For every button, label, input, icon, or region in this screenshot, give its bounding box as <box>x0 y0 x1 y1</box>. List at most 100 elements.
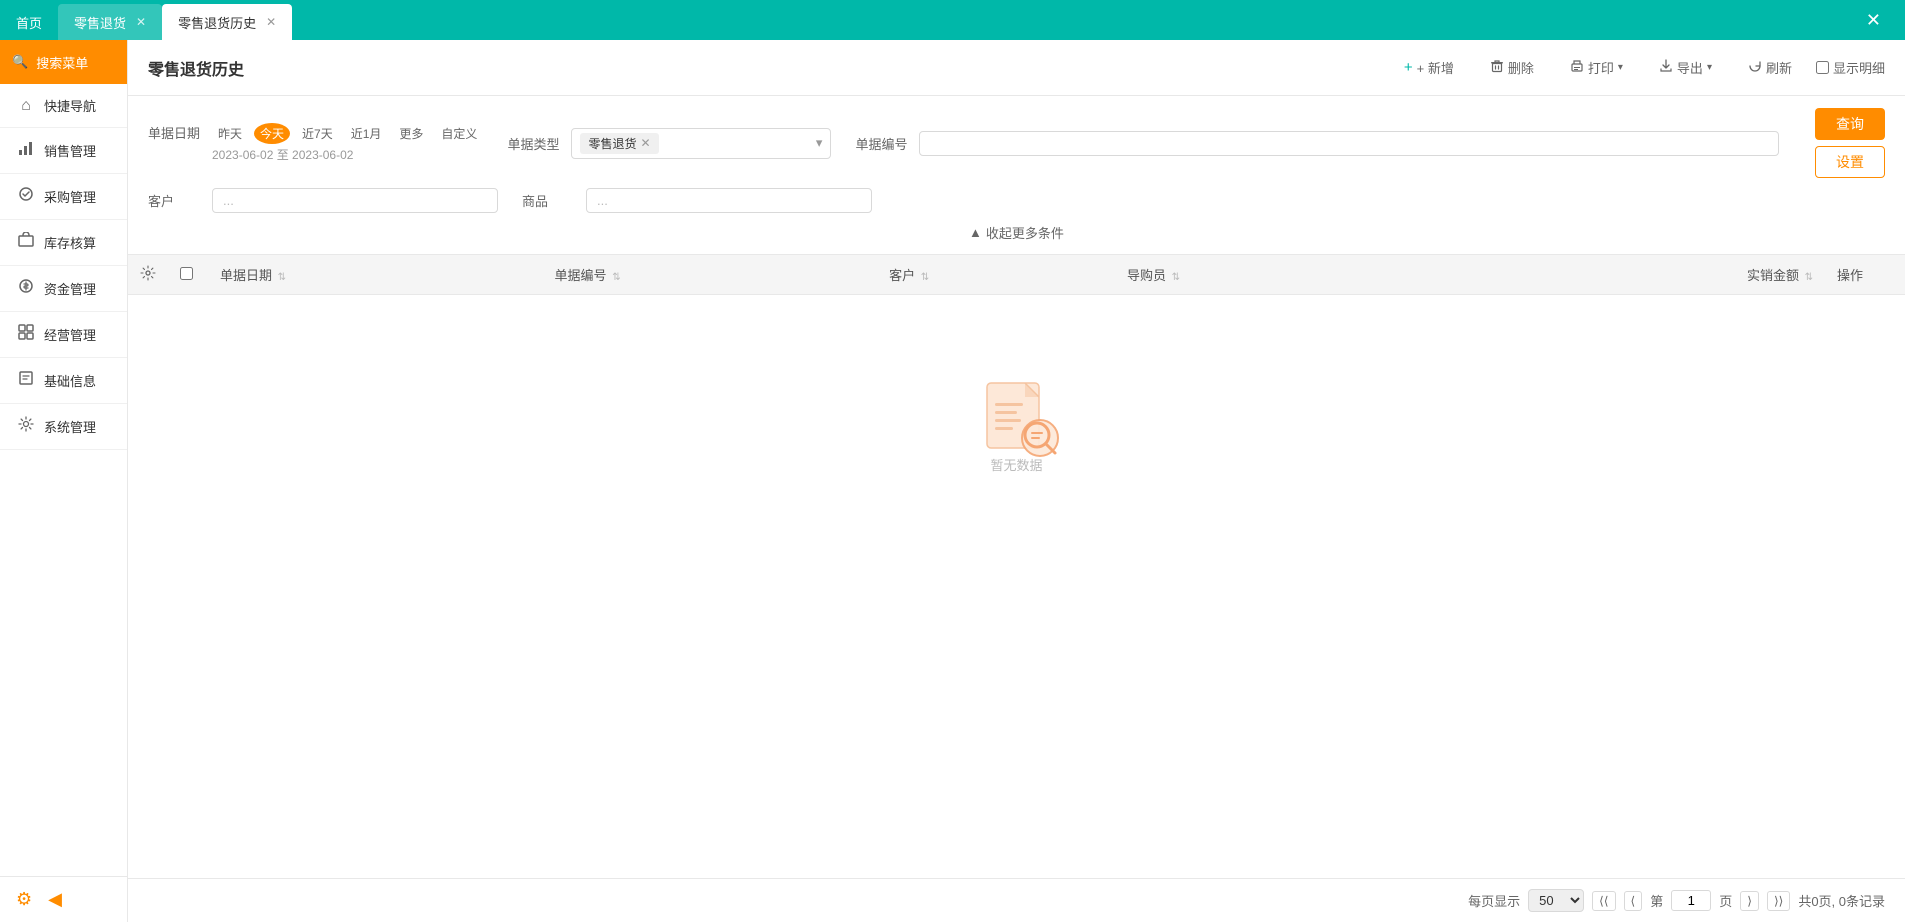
show-detail-checkbox[interactable] <box>1816 61 1829 74</box>
refresh-button[interactable]: 刷新 <box>1736 52 1804 83</box>
page-label: 第 <box>1650 891 1663 910</box>
sidebar-item-quick-nav-label: 快捷导航 <box>44 96 96 115</box>
goods-input[interactable] <box>586 188 872 213</box>
page-last-button[interactable]: ⟩⟩ <box>1767 891 1790 911</box>
sidebar-item-purchase-mgmt[interactable]: 采购管理 <box>0 174 127 220</box>
filter-row-2: 客户 商品 <box>148 188 1885 213</box>
sidebar-item-basic-info-label: 基础信息 <box>44 371 96 390</box>
sidebar: 🔍 搜索菜单 ⌂ 快捷导航 销售管理 采购管理 库存核算 <box>0 40 128 922</box>
col-ops: 操作 <box>1825 255 1905 295</box>
content-area: 零售退货历史 + + 新增 删除 打印 ▾ <box>128 40 1905 922</box>
doc-number-input[interactable] <box>919 131 1779 156</box>
window-close-button[interactable]: ✕ <box>1858 10 1889 31</box>
delete-button[interactable]: 删除 <box>1478 52 1546 83</box>
guide-sort-icon[interactable]: ⇅ <box>1172 272 1180 283</box>
customer-input[interactable] <box>212 188 498 213</box>
search-menu-label: 搜索菜单 <box>36 53 88 72</box>
basic-info-icon <box>16 370 36 391</box>
page-number-input[interactable] <box>1671 890 1711 911</box>
date-btn-more[interactable]: 更多 <box>393 123 429 144</box>
doc-type-tag-close[interactable]: ✕ <box>640 136 650 150</box>
new-label: + 新增 <box>1417 58 1454 77</box>
page-next-button[interactable]: ⟩ <box>1740 891 1759 911</box>
tab-retail-return-history[interactable]: 零售退货历史 ✕ <box>162 4 292 40</box>
date-filter-label: 单据日期 <box>148 123 204 142</box>
amount-sort-icon[interactable]: ⇅ <box>1805 272 1813 283</box>
export-button[interactable]: 导出 ▾ <box>1647 52 1724 83</box>
col-doc-date-label: 单据日期 <box>220 268 272 283</box>
tab-retail-return-label: 零售退货 <box>74 13 126 32</box>
export-dropdown-icon: ▾ <box>1707 62 1712 73</box>
doc-type-filter: 单据类型 零售退货 ✕ ▾ <box>507 128 831 159</box>
col-amount: 实销金额 ⇅ <box>1490 255 1825 295</box>
sidebar-item-inventory-label: 库存核算 <box>44 233 96 252</box>
sidebar-item-purchase-label: 采购管理 <box>44 187 96 206</box>
table-header: 单据日期 ⇅ 单据编号 ⇅ 客户 ⇅ 导购员 ⇅ <box>128 255 1905 295</box>
col-doc-date: 单据日期 ⇅ <box>208 255 543 295</box>
sidebar-item-sales-mgmt[interactable]: 销售管理 <box>0 128 127 174</box>
delete-icon <box>1490 59 1504 76</box>
sidebar-item-quick-nav[interactable]: ⌂ 快捷导航 <box>0 84 127 128</box>
doc-type-tag: 零售退货 ✕ <box>580 133 658 154</box>
date-btn-custom[interactable]: 自定义 <box>435 123 483 144</box>
sidebar-item-finance[interactable]: 资金管理 <box>0 266 127 312</box>
sidebar-item-operations[interactable]: 经营管理 <box>0 312 127 358</box>
sidebar-item-basic-info[interactable]: 基础信息 <box>0 358 127 404</box>
doc-number-sort-icon[interactable]: ⇅ <box>612 272 620 283</box>
query-button[interactable]: 查询 <box>1815 108 1885 140</box>
col-guide: 导购员 ⇅ <box>1115 255 1401 295</box>
setting-button[interactable]: 设置 <box>1815 146 1885 178</box>
customer-sort-icon[interactable]: ⇅ <box>921 272 929 283</box>
date-btn-today[interactable]: 今天 <box>254 123 290 144</box>
collapse-label: 收起更多条件 <box>986 223 1064 242</box>
doc-type-field[interactable]: 零售退货 ✕ ▾ <box>571 128 831 159</box>
sidebar-item-finance-label: 资金管理 <box>44 279 96 298</box>
header-row: 单据日期 ⇅ 单据编号 ⇅ 客户 ⇅ 导购员 ⇅ <box>128 255 1905 295</box>
sidebar-item-system-mgmt[interactable]: 系统管理 <box>0 404 127 450</box>
col-customer: 客户 ⇅ <box>877 255 1115 295</box>
tab-home[interactable]: 首页 <box>0 4 58 40</box>
doc-number-label: 单据编号 <box>855 134 911 153</box>
tab-retail-return-history-label: 零售退货历史 <box>178 13 256 32</box>
collapse-button[interactable]: ▲ 收起更多条件 <box>969 223 1064 242</box>
tab-retail-return[interactable]: 零售退货 ✕ <box>58 4 162 40</box>
page-first-button[interactable]: ⟨⟨ <box>1592 891 1615 911</box>
tab-retail-return-history-close[interactable]: ✕ <box>266 15 276 29</box>
doc-date-sort-icon[interactable]: ⇅ <box>278 272 286 283</box>
search-menu-button[interactable]: 🔍 搜索菜单 <box>0 40 127 84</box>
col-guide-label: 导购员 <box>1127 268 1166 283</box>
doc-type-dropdown-icon[interactable]: ▾ <box>816 135 823 151</box>
settings-icon[interactable]: ⚙ <box>16 889 32 910</box>
col-doc-number: 单据编号 ⇅ <box>543 255 878 295</box>
show-detail-label[interactable]: 显示明细 <box>1816 58 1885 77</box>
col-settings <box>128 255 168 295</box>
date-btn-7days[interactable]: 近7天 <box>296 123 339 144</box>
print-icon <box>1570 59 1584 76</box>
date-filter: 单据日期 昨天 今天 近7天 近1月 更多 自定义 2023-06-02 至 2… <box>148 123 483 163</box>
column-settings-icon[interactable] <box>140 269 156 284</box>
sidebar-item-inventory[interactable]: 库存核算 <box>0 220 127 266</box>
empty-state: 暂无数据 <box>128 295 1905 554</box>
tab-retail-return-close[interactable]: ✕ <box>136 15 146 29</box>
select-all-checkbox[interactable] <box>180 267 193 280</box>
print-button[interactable]: 打印 ▾ <box>1558 52 1635 83</box>
date-btn-yesterday[interactable]: 昨天 <box>212 123 248 144</box>
empty-svg <box>977 375 1067 465</box>
print-dropdown-icon: ▾ <box>1618 62 1623 73</box>
col-checkbox[interactable] <box>168 255 208 295</box>
refresh-label: 刷新 <box>1766 58 1792 77</box>
doc-type-tag-text: 零售退货 <box>588 135 636 152</box>
page-header: 零售退货历史 + + 新增 删除 打印 ▾ <box>128 40 1905 96</box>
collapse-sidebar-icon[interactable]: ◀ <box>48 889 62 910</box>
topbar-right: ✕ <box>1858 10 1905 31</box>
new-button[interactable]: + + 新增 <box>1392 52 1466 83</box>
sidebar-item-sales-label: 销售管理 <box>44 141 96 160</box>
page-prev-button[interactable]: ⟨ <box>1624 891 1643 911</box>
finance-icon <box>16 278 36 299</box>
date-btn-1month[interactable]: 近1月 <box>345 123 388 144</box>
col-doc-number-label: 单据编号 <box>555 268 607 283</box>
table-area: 单据日期 ⇅ 单据编号 ⇅ 客户 ⇅ 导购员 ⇅ <box>128 255 1905 878</box>
operations-icon <box>16 324 36 345</box>
per-page-select[interactable]: 10 20 50 100 <box>1528 889 1584 912</box>
delete-label: 删除 <box>1508 58 1534 77</box>
